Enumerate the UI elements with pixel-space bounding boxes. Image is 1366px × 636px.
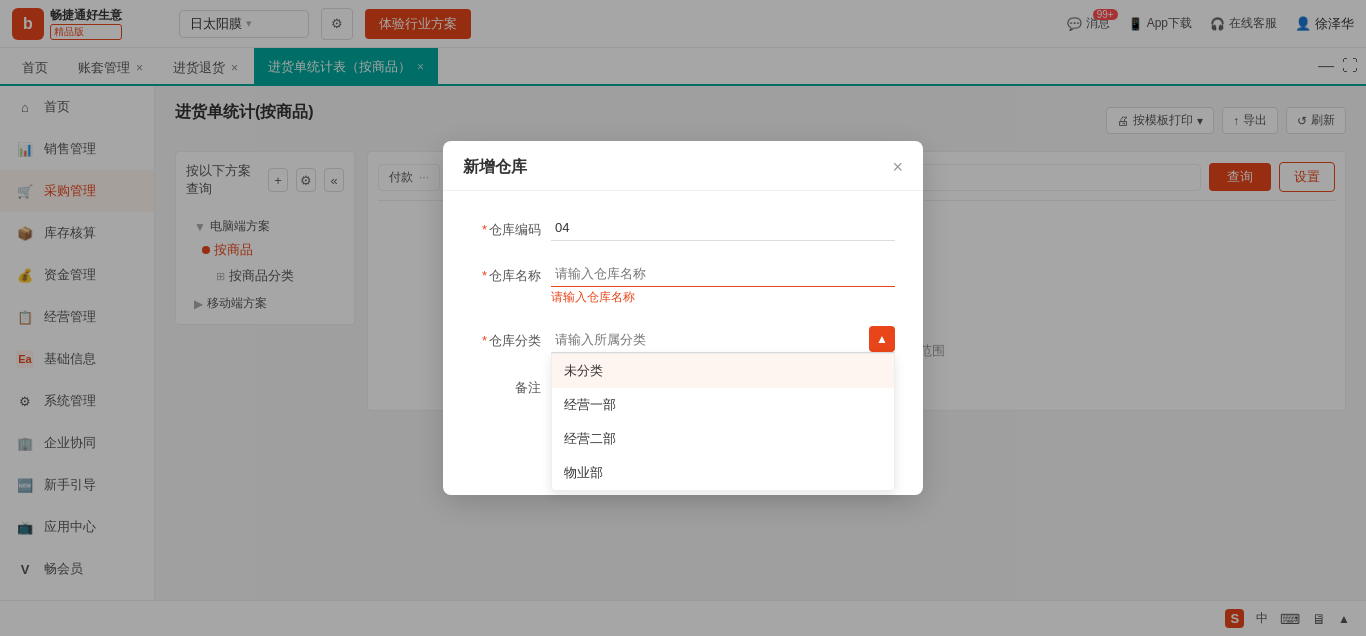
form-row-category: *仓库分类 ▲ 未分类 经营一部 经营二部 物业部	[471, 326, 895, 353]
dropdown-item-dept2[interactable]: 经营二部	[552, 422, 894, 456]
code-input-wrap	[551, 215, 895, 241]
dropdown-item-dept1[interactable]: 经营一部	[552, 388, 894, 422]
dropdown-item-dept3[interactable]: 物业部	[552, 456, 894, 490]
category-dropdown: 未分类 经营一部 经营二部 物业部	[551, 353, 895, 491]
modal-overlay: 新增仓库 × *仓库编码 *仓库名称 请输入仓库名称	[0, 0, 1366, 636]
category-input[interactable]	[551, 327, 869, 352]
category-label: *仓库分类	[471, 326, 551, 350]
chevron-up-icon: ▲	[876, 332, 888, 346]
form-row-name: *仓库名称 请输入仓库名称	[471, 261, 895, 306]
form-row-code: *仓库编码	[471, 215, 895, 241]
modal-body: *仓库编码 *仓库名称 请输入仓库名称 *仓库分类	[443, 191, 923, 435]
modal-header: 新增仓库 ×	[443, 141, 923, 191]
name-error-message: 请输入仓库名称	[551, 289, 895, 306]
chevron-up-button[interactable]: ▲	[869, 326, 895, 352]
category-input-wrap: ▲ 未分类 经营一部 经营二部 物业部	[551, 326, 895, 353]
add-warehouse-modal: 新增仓库 × *仓库编码 *仓库名称 请输入仓库名称	[443, 141, 923, 495]
modal-title: 新增仓库	[463, 157, 527, 178]
name-input-wrap: 请输入仓库名称	[551, 261, 895, 306]
code-label: *仓库编码	[471, 215, 551, 239]
note-label: 备注	[471, 373, 551, 397]
dropdown-item-none[interactable]: 未分类	[552, 354, 894, 388]
modal-close-button[interactable]: ×	[892, 157, 903, 178]
category-input-row: ▲	[551, 326, 895, 353]
name-input[interactable]	[551, 261, 895, 287]
code-input[interactable]	[551, 215, 895, 241]
name-label: *仓库名称	[471, 261, 551, 285]
